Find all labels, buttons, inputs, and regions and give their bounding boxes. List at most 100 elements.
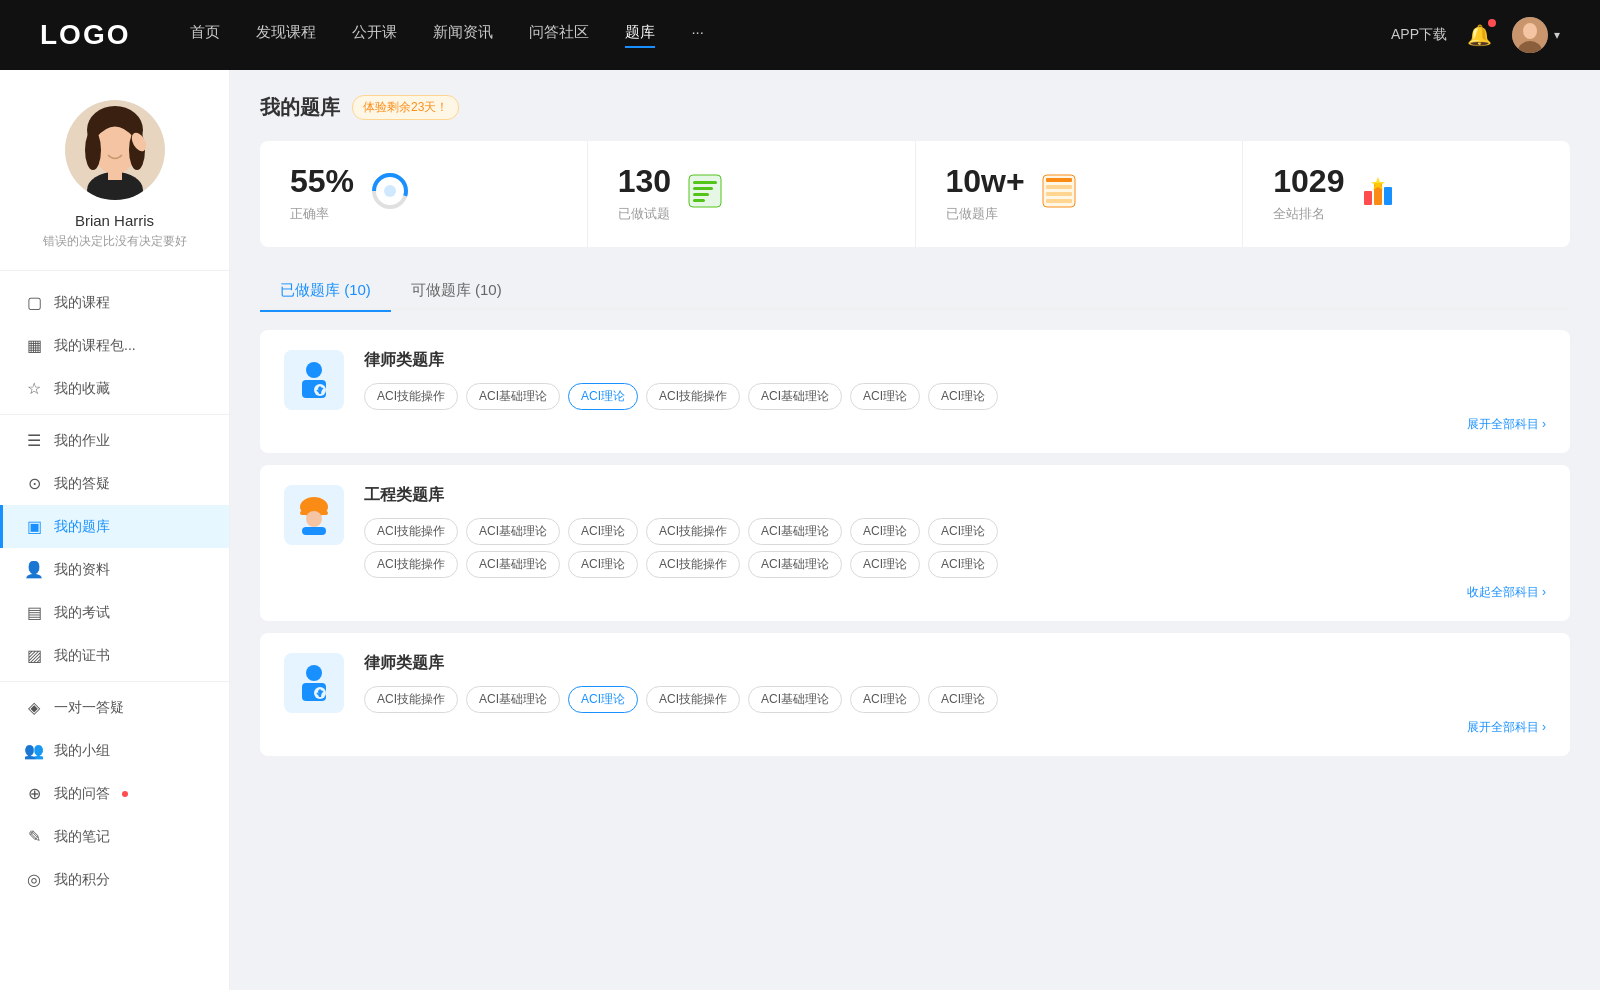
nav-discover[interactable]: 发现课程 — [256, 23, 316, 48]
app-download-button[interactable]: APP下载 — [1391, 26, 1447, 44]
tag-2-3[interactable]: ACI技能操作 — [646, 518, 740, 545]
course-packs-icon: ▦ — [24, 336, 44, 355]
svg-point-6 — [85, 130, 101, 170]
nav-questionbank[interactable]: 题库 — [625, 23, 655, 48]
stat-label-done-banks: 已做题库 — [946, 205, 1025, 223]
sidebar-item-question-bank[interactable]: ▣ 我的题库 — [0, 505, 229, 548]
collapse-link-2[interactable]: 收起全部科目 › — [364, 584, 1546, 601]
expand-link-3[interactable]: 展开全部科目 › — [364, 719, 1546, 736]
stat-info-ranking: 1029 全站排名 — [1273, 165, 1344, 223]
tag-2-4[interactable]: ACI基础理论 — [748, 518, 842, 545]
svg-point-1 — [1523, 23, 1537, 39]
sidebar-item-exam[interactable]: ▤ 我的考试 — [0, 591, 229, 634]
user-profile: Brian Harris 错误的决定比没有决定要好 — [0, 100, 229, 271]
notification-bell-icon[interactable]: 🔔 — [1467, 23, 1492, 47]
user-avatar-button[interactable]: ▾ — [1512, 17, 1560, 53]
notification-badge — [1488, 19, 1496, 27]
svg-rect-16 — [693, 187, 713, 190]
tag-3-5[interactable]: ACI理论 — [850, 686, 920, 713]
my-questions-icon: ⊕ — [24, 784, 44, 803]
sidebar-item-tutor[interactable]: ◈ 一对一答疑 — [0, 686, 229, 729]
logo: LOGO — [40, 19, 130, 51]
tag-3-1[interactable]: ACI基础理论 — [466, 686, 560, 713]
sidebar-item-certificate[interactable]: ▨ 我的证书 — [0, 634, 229, 677]
tag-2b-4[interactable]: ACI基础理论 — [748, 551, 842, 578]
tag-2-1[interactable]: ACI基础理论 — [466, 518, 560, 545]
homework-icon: ☰ — [24, 431, 44, 450]
certificate-icon: ▨ — [24, 646, 44, 665]
tag-1-1[interactable]: ACI基础理论 — [466, 383, 560, 410]
certificate-label: 我的证书 — [54, 647, 110, 665]
nav-opencourse[interactable]: 公开课 — [352, 23, 397, 48]
nav-home[interactable]: 首页 — [190, 23, 220, 48]
sidebar-item-my-qa[interactable]: ⊙ 我的答疑 — [0, 462, 229, 505]
sidebar-item-course-packs[interactable]: ▦ 我的课程包... — [0, 324, 229, 367]
svg-rect-24 — [1364, 191, 1372, 205]
svg-rect-21 — [1046, 185, 1072, 189]
exam-label: 我的考试 — [54, 604, 110, 622]
stat-label-accuracy: 正确率 — [290, 205, 354, 223]
bank-name-1: 律师类题库 — [364, 350, 1546, 371]
tag-2-6[interactable]: ACI理论 — [928, 518, 998, 545]
tag-1-4[interactable]: ACI基础理论 — [748, 383, 842, 410]
nav-more[interactable]: ··· — [691, 23, 704, 48]
tag-2b-0[interactable]: ACI技能操作 — [364, 551, 458, 578]
profile-label: 我的资料 — [54, 561, 110, 579]
stat-info-done-banks: 10w+ 已做题库 — [946, 165, 1025, 223]
tag-3-2[interactable]: ACI理论 — [568, 686, 638, 713]
ranking-icon — [1360, 173, 1396, 216]
tag-1-3[interactable]: ACI技能操作 — [646, 383, 740, 410]
username: Brian Harris — [75, 212, 154, 229]
svg-point-35 — [306, 665, 322, 681]
divider-2 — [0, 681, 229, 682]
sidebar-item-courses[interactable]: ▢ 我的课程 — [0, 281, 229, 324]
tag-3-6[interactable]: ACI理论 — [928, 686, 998, 713]
sidebar-item-notes[interactable]: ✎ 我的笔记 — [0, 815, 229, 858]
stat-info-done-questions: 130 已做试题 — [618, 165, 671, 223]
bank-item-1: 律师类题库 ACI技能操作 ACI基础理论 ACI理论 ACI技能操作 ACI基… — [260, 330, 1570, 453]
tag-2b-2[interactable]: ACI理论 — [568, 551, 638, 578]
sidebar-item-my-questions[interactable]: ⊕ 我的问答 — [0, 772, 229, 815]
tag-2b-5[interactable]: ACI理论 — [850, 551, 920, 578]
tag-3-0[interactable]: ACI技能操作 — [364, 686, 458, 713]
stat-label-ranking: 全站排名 — [1273, 205, 1344, 223]
bank-name-3: 律师类题库 — [364, 653, 1546, 674]
tag-1-0[interactable]: ACI技能操作 — [364, 383, 458, 410]
tag-2-5[interactable]: ACI理论 — [850, 518, 920, 545]
tab-available-banks[interactable]: 可做题库 (10) — [391, 271, 522, 310]
tag-1-6[interactable]: ACI理论 — [928, 383, 998, 410]
notes-label: 我的笔记 — [54, 828, 110, 846]
tag-2-2[interactable]: ACI理论 — [568, 518, 638, 545]
favorites-icon: ☆ — [24, 379, 44, 398]
main-content: 我的题库 体验剩余23天！ 55% 正确率 — [230, 70, 1600, 990]
sidebar-item-homework[interactable]: ☰ 我的作业 — [0, 419, 229, 462]
profile-icon: 👤 — [24, 560, 44, 579]
sidebar-item-points[interactable]: ◎ 我的积分 — [0, 858, 229, 901]
stat-value-ranking: 1029 — [1273, 165, 1344, 197]
sidebar-item-favorites[interactable]: ☆ 我的收藏 — [0, 367, 229, 410]
exam-icon: ▤ — [24, 603, 44, 622]
tag-3-3[interactable]: ACI技能操作 — [646, 686, 740, 713]
tab-done-banks[interactable]: 已做题库 (10) — [260, 271, 391, 310]
sidebar-item-group[interactable]: 👥 我的小组 — [0, 729, 229, 772]
tag-2b-1[interactable]: ACI基础理论 — [466, 551, 560, 578]
tag-2b-6[interactable]: ACI理论 — [928, 551, 998, 578]
sidebar-item-profile[interactable]: 👤 我的资料 — [0, 548, 229, 591]
tag-2-0[interactable]: ACI技能操作 — [364, 518, 458, 545]
group-label: 我的小组 — [54, 742, 110, 760]
nav-qa[interactable]: 问答社区 — [529, 23, 589, 48]
tags-row-2b: ACI技能操作 ACI基础理论 ACI理论 ACI技能操作 ACI基础理论 AC… — [364, 551, 1546, 578]
tag-3-4[interactable]: ACI基础理论 — [748, 686, 842, 713]
tag-2b-3[interactable]: ACI技能操作 — [646, 551, 740, 578]
question-bank-icon: ▣ — [24, 517, 44, 536]
svg-rect-17 — [693, 193, 709, 196]
points-label: 我的积分 — [54, 871, 110, 889]
question-bank-label: 我的题库 — [54, 518, 110, 536]
avatar — [1512, 17, 1548, 53]
expand-link-1[interactable]: 展开全部科目 › — [364, 416, 1546, 433]
header-right: APP下载 🔔 ▾ — [1391, 17, 1560, 53]
nav-news[interactable]: 新闻资讯 — [433, 23, 493, 48]
bank-name-2: 工程类题库 — [364, 485, 1546, 506]
tag-1-5[interactable]: ACI理论 — [850, 383, 920, 410]
tag-1-2[interactable]: ACI理论 — [568, 383, 638, 410]
